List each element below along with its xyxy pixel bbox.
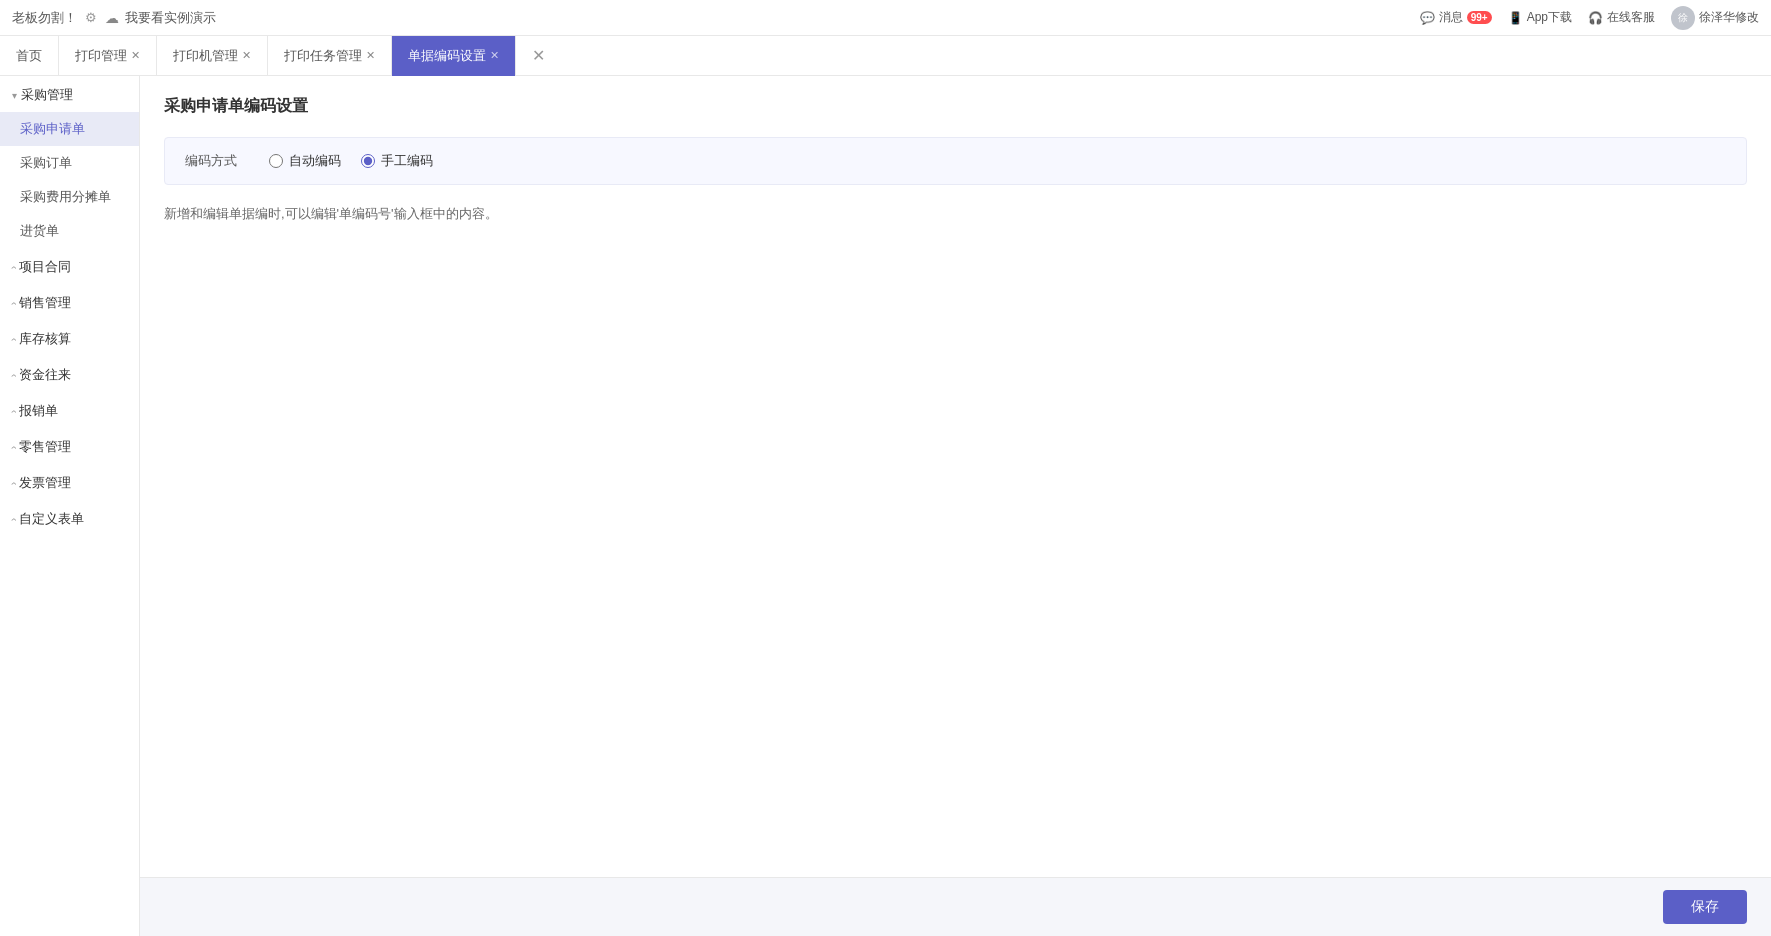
radio-auto-label: 自动编码	[289, 152, 341, 170]
message-button[interactable]: 💬 消息 99+	[1420, 9, 1492, 26]
content-area: 采购申请单编码设置 编码方式 自动编码 手工编码 新增和编辑单据编时,可以编辑'…	[140, 76, 1771, 936]
tab-doc-code-label: 单据编码设置	[408, 47, 486, 65]
chevron-right-icon: ›	[8, 409, 19, 412]
content-inner: 采购申请单编码设置 编码方式 自动编码 手工编码 新增和编辑单据编时,可以编辑'…	[140, 76, 1771, 877]
chevron-right-icon: ›	[8, 265, 19, 268]
tab-print-manage[interactable]: 打印管理 ✕	[59, 36, 157, 76]
tab-printer-manage[interactable]: 打印机管理 ✕	[157, 36, 268, 76]
sidebar-group-project-contract: › 项目合同	[0, 248, 139, 284]
sidebar-group-custom-form: › 自定义表单	[0, 500, 139, 536]
tab-print-task-close[interactable]: ✕	[366, 49, 375, 62]
topbar-left: 老板勿割！ ⚙ ☁ 我要看实例演示	[12, 9, 216, 27]
avatar: 徐	[1671, 6, 1695, 30]
cloud-icon: ☁	[105, 10, 119, 26]
sidebar-group-custom-form-title[interactable]: › 自定义表单	[0, 500, 139, 536]
close-all-tabs-button[interactable]: ✕	[524, 46, 553, 65]
chevron-down-icon: ▾	[12, 90, 17, 101]
app-download-label: App下载	[1527, 9, 1572, 26]
search-placeholder: 我要看实例演示	[125, 9, 216, 27]
chevron-right-icon: ›	[8, 373, 19, 376]
sidebar-item-purchase-request[interactable]: 采购申请单	[0, 112, 139, 146]
sidebar-item-stock-in[interactable]: 进货单	[0, 214, 139, 248]
tabbar: 首页 打印管理 ✕ 打印机管理 ✕ 打印任务管理 ✕ 单据编码设置 ✕ ✕	[0, 36, 1771, 76]
sidebar-group-purchase-label: 采购管理	[21, 86, 73, 104]
sidebar-group-returns-title[interactable]: › 报销单	[0, 392, 139, 428]
sidebar: ▾ 采购管理 采购申请单 采购订单 采购费用分摊单 进货单 › 项目合同	[0, 76, 140, 936]
app-download-button[interactable]: 📱 App下载	[1508, 9, 1572, 26]
encoding-section: 编码方式 自动编码 手工编码	[164, 137, 1747, 185]
chevron-right-icon: ›	[8, 337, 19, 340]
sidebar-group-invoice: › 发票管理	[0, 464, 139, 500]
online-support-label: 在线客服	[1607, 9, 1655, 26]
sidebar-group-sales: › 销售管理	[0, 284, 139, 320]
encoding-radio-group: 自动编码 手工编码	[269, 152, 433, 170]
radio-auto-encoding[interactable]: 自动编码	[269, 152, 341, 170]
radio-manual-label: 手工编码	[381, 152, 433, 170]
message-badge: 99+	[1467, 11, 1492, 24]
tab-print-manage-label: 打印管理	[75, 47, 127, 65]
radio-manual-input[interactable]	[361, 154, 375, 168]
tab-doc-code-close[interactable]: ✕	[490, 49, 499, 62]
sidebar-group-retail-title[interactable]: › 零售管理	[0, 428, 139, 464]
sidebar-group-invoice-label: 发票管理	[19, 474, 71, 492]
sidebar-group-returns: › 报销单	[0, 392, 139, 428]
app-download-icon: 📱	[1508, 11, 1523, 25]
sidebar-group-returns-label: 报销单	[19, 402, 58, 420]
radio-auto-input[interactable]	[269, 154, 283, 168]
sidebar-group-capital-title[interactable]: › 资金往来	[0, 356, 139, 392]
tab-print-task-label: 打印任务管理	[284, 47, 362, 65]
encoding-label: 编码方式	[185, 152, 237, 170]
sidebar-group-inventory: › 库存核算	[0, 320, 139, 356]
sidebar-group-inventory-title[interactable]: › 库存核算	[0, 320, 139, 356]
chevron-right-icon: ›	[8, 517, 19, 520]
page-title: 采购申请单编码设置	[164, 96, 1747, 117]
tab-doc-code[interactable]: 单据编码设置 ✕	[392, 36, 516, 76]
sidebar-group-project-contract-title[interactable]: › 项目合同	[0, 248, 139, 284]
sidebar-group-purchase: ▾ 采购管理 采购申请单 采购订单 采购费用分摊单 进货单	[0, 76, 139, 248]
sidebar-group-invoice-title[interactable]: › 发票管理	[0, 464, 139, 500]
sidebar-group-capital-label: 资金往来	[19, 366, 71, 384]
sidebar-group-capital: › 资金往来	[0, 356, 139, 392]
tab-printer-manage-close[interactable]: ✕	[242, 49, 251, 62]
sidebar-group-retail-label: 零售管理	[19, 438, 71, 456]
tab-print-task[interactable]: 打印任务管理 ✕	[268, 36, 392, 76]
chevron-right-icon: ›	[8, 445, 19, 448]
main-layout: ▾ 采购管理 采购申请单 采购订单 采购费用分摊单 进货单 › 项目合同	[0, 76, 1771, 936]
online-support-button[interactable]: 🎧 在线客服	[1588, 9, 1655, 26]
search-bar[interactable]: ☁ 我要看实例演示	[105, 9, 216, 27]
message-label: 消息	[1439, 9, 1463, 26]
chevron-right-icon: ›	[8, 481, 19, 484]
message-icon: 💬	[1420, 11, 1435, 25]
headset-icon: 🎧	[1588, 11, 1603, 25]
sidebar-group-purchase-title[interactable]: ▾ 采购管理	[0, 76, 139, 112]
topbar-right: 💬 消息 99+ 📱 App下载 🎧 在线客服 徐 徐泽华修改	[1420, 6, 1759, 30]
sidebar-group-sales-label: 销售管理	[19, 294, 71, 312]
sidebar-item-purchase-expense[interactable]: 采购费用分摊单	[0, 180, 139, 214]
user-name: 徐泽华修改	[1699, 9, 1759, 26]
sidebar-item-purchase-order[interactable]: 采购订单	[0, 146, 139, 180]
sidebar-group-retail: › 零售管理	[0, 428, 139, 464]
radio-manual-encoding[interactable]: 手工编码	[361, 152, 433, 170]
sidebar-group-sales-title[interactable]: › 销售管理	[0, 284, 139, 320]
chevron-right-icon: ›	[8, 301, 19, 304]
sidebar-group-custom-form-label: 自定义表单	[19, 510, 84, 528]
tab-home-label: 首页	[16, 47, 42, 65]
brand-label: 老板勿割！	[12, 9, 77, 27]
content-footer: 保存	[140, 877, 1771, 936]
gear-icon[interactable]: ⚙	[85, 10, 97, 25]
tab-print-manage-close[interactable]: ✕	[131, 49, 140, 62]
sidebar-group-inventory-label: 库存核算	[19, 330, 71, 348]
topbar: 老板勿割！ ⚙ ☁ 我要看实例演示 💬 消息 99+ 📱 App下载 🎧 在线客…	[0, 0, 1771, 36]
save-button[interactable]: 保存	[1663, 890, 1747, 924]
description-text: 新增和编辑单据编时,可以编辑'单编码号'输入框中的内容。	[164, 205, 1747, 223]
user-menu[interactable]: 徐 徐泽华修改	[1671, 6, 1759, 30]
tab-home[interactable]: 首页	[0, 36, 59, 76]
sidebar-group-project-contract-label: 项目合同	[19, 258, 71, 276]
tab-printer-manage-label: 打印机管理	[173, 47, 238, 65]
